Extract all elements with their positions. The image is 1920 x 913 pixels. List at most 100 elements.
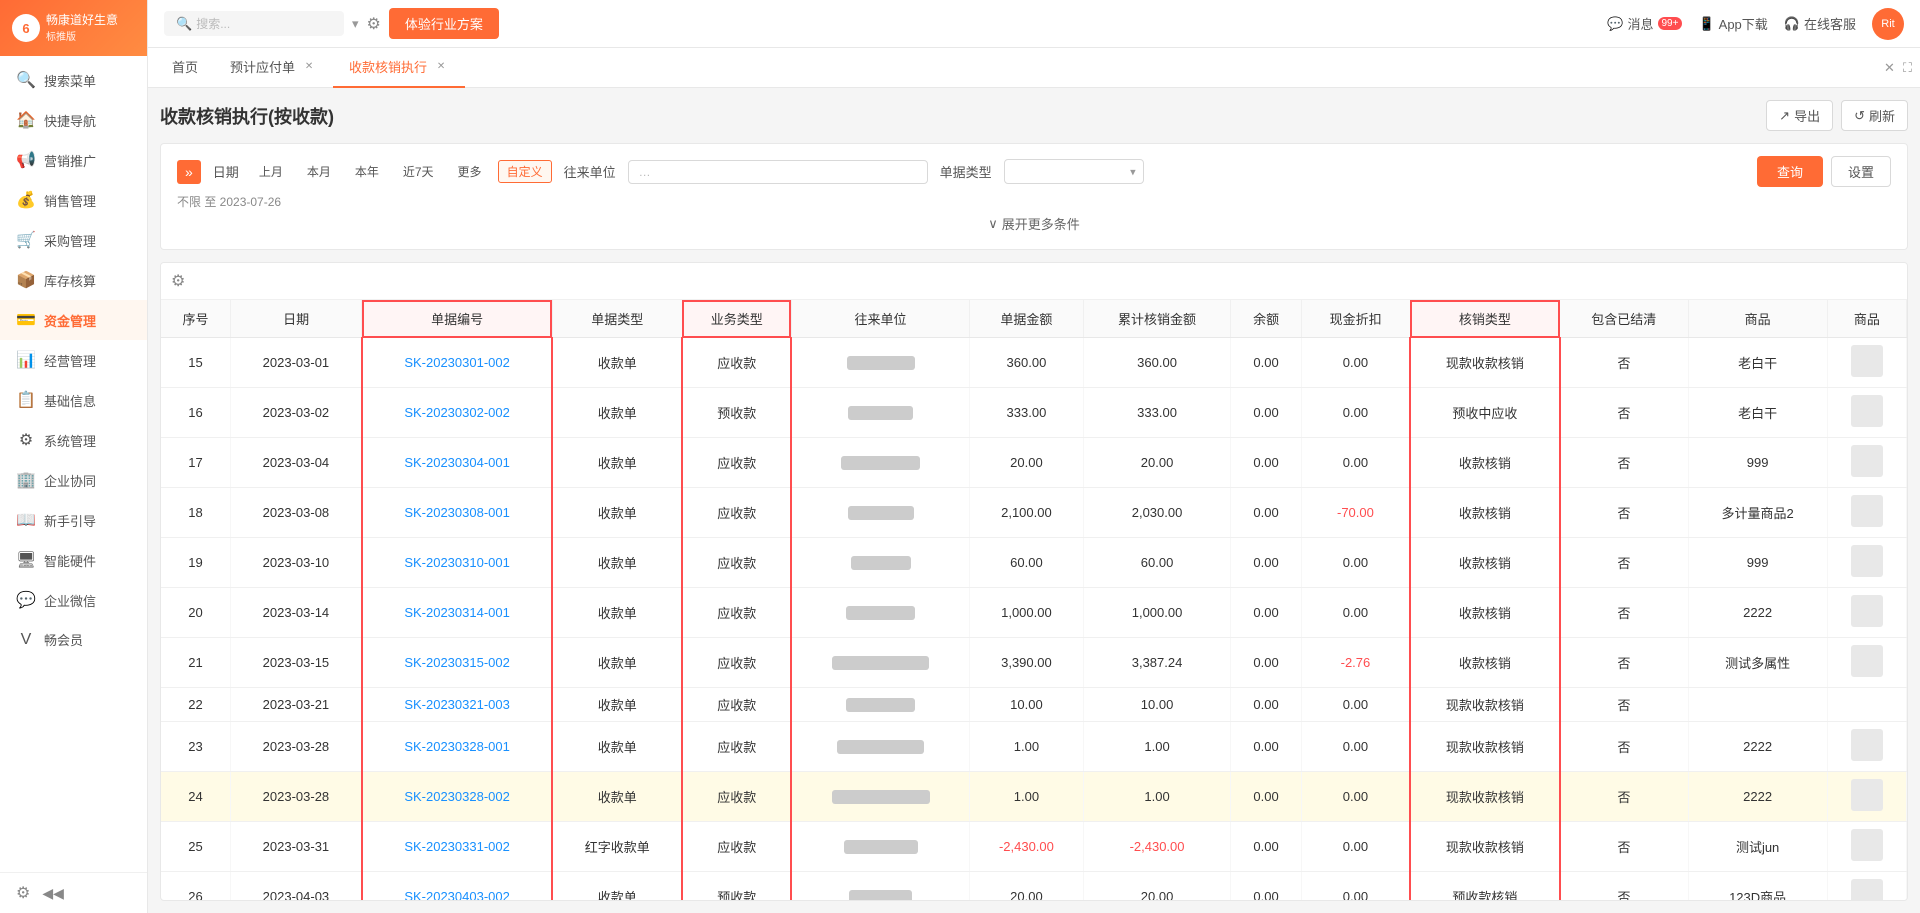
online-service-button[interactable]: 🎧 在线客服 [1784, 14, 1856, 33]
sidebar-item-sales[interactable]: 💰 销售管理 [0, 180, 147, 220]
settings-topbar-icon[interactable]: ⚙ [367, 14, 381, 34]
filter-collapse-btn[interactable]: » [177, 160, 201, 184]
date-custom[interactable]: 自定义 [498, 160, 552, 183]
sidebar-item-system[interactable]: ⚙ 系统管理 [0, 420, 147, 460]
cell-include-settled: 否 [1560, 822, 1688, 872]
cell-doc-type: 收款单 [552, 438, 682, 488]
industry-solution-button[interactable]: 体验行业方案 [389, 8, 499, 39]
cell-doc-type: 收款单 [552, 588, 682, 638]
sidebar-item-marketing[interactable]: 📢 营销推广 [0, 140, 147, 180]
sidebar-item-wechat[interactable]: 💬 企业微信 [0, 580, 147, 620]
tab-home[interactable]: 首页 [156, 48, 214, 88]
app-logo: 6 畅康道好生意 标推版 [0, 0, 147, 56]
doc-no-link[interactable]: SK-20230302-002 [404, 405, 510, 420]
expand-tab-icon[interactable]: ⛶ [1903, 60, 1912, 76]
doc-no-link[interactable]: SK-20230315-002 [404, 655, 510, 670]
date-this-year[interactable]: 本年 [347, 160, 387, 183]
cell-balance: 0.00 [1231, 638, 1301, 688]
cell-goods-img [1827, 722, 1906, 772]
sidebar-item-purchase[interactable]: 🛒 采购管理 [0, 220, 147, 260]
cell-biz-type: 应收款 [682, 488, 791, 538]
doc-no-link[interactable]: SK-20230308-001 [404, 505, 510, 520]
doc-no-link[interactable]: SK-20230301-002 [404, 355, 510, 370]
table-scroll-area[interactable]: 序号 日期 单据编号 单据类型 业务类型 往来单位 单据金额 累计核销金额 余额… [161, 300, 1907, 900]
sidebar-item-finance[interactable]: 💳 资金管理 [0, 300, 147, 340]
close-all-icon[interactable]: ✕ [1884, 60, 1895, 76]
doc-no-link[interactable]: SK-20230321-003 [404, 697, 510, 712]
sidebar-item-search[interactable]: 🔍 搜索菜单 [0, 60, 147, 100]
tab-home-label: 首页 [172, 57, 198, 76]
doc-type-select[interactable] [1004, 159, 1144, 184]
date-filter-label: 日期 [213, 162, 239, 181]
tab-receipt[interactable]: 收款核销执行 ✕ [333, 48, 465, 88]
sidebar-label-company: 企业协同 [44, 471, 96, 490]
cell-write-off-amount: 10.00 [1083, 688, 1231, 722]
cell-goods-img [1827, 538, 1906, 588]
doc-no-link[interactable]: SK-20230304-001 [404, 455, 510, 470]
sidebar-label-inventory: 库存核算 [44, 271, 96, 290]
user-avatar[interactable]: Rit [1872, 8, 1904, 40]
th-doc-no: 单据编号 [362, 300, 552, 338]
date-last-7days[interactable]: 近7天 [395, 160, 442, 183]
filter-settings-button[interactable]: 设置 [1831, 156, 1891, 187]
date-more[interactable]: 更多 [450, 160, 490, 183]
cell-no: 21 [161, 638, 230, 688]
doc-no-link[interactable]: SK-20230328-001 [404, 739, 510, 754]
cell-doc-no: SK-20230321-003 [362, 688, 552, 722]
cell-amount: 1,000.00 [970, 588, 1083, 638]
cell-balance: 0.00 [1231, 722, 1301, 772]
query-button[interactable]: 查询 [1757, 156, 1823, 187]
doc-no-link[interactable]: SK-20230310-001 [404, 555, 510, 570]
top-search-box[interactable]: 🔍 搜索... [164, 11, 344, 36]
th-goods-img: 商品 [1827, 300, 1906, 338]
expand-more-btn[interactable]: ∨ 展开更多条件 [177, 210, 1891, 237]
th-balance: 余额 [1231, 300, 1301, 338]
date-this-month[interactable]: 本月 [299, 160, 339, 183]
tab-payable[interactable]: 预计应付单 ✕ [214, 48, 333, 88]
cell-date: 2023-03-02 [230, 388, 361, 438]
refresh-button[interactable]: ↺ 刷新 [1841, 100, 1908, 131]
cell-amount: 360.00 [970, 338, 1083, 388]
counterpart-input[interactable]: … [628, 160, 928, 184]
cell-doc-no: SK-20230301-002 [362, 338, 552, 388]
th-biz-type: 业务类型 [682, 300, 791, 338]
sidebar-item-company[interactable]: 🏢 企业协同 [0, 460, 147, 500]
settings-footer-icon[interactable]: ⚙ [16, 883, 30, 903]
sidebar-label-finance: 资金管理 [44, 311, 96, 330]
doc-no-link[interactable]: SK-20230314-001 [404, 605, 510, 620]
topbar-left: 🔍 搜索... ▾ ⚙ 体验行业方案 [164, 8, 1595, 39]
doc-type-select-wrap [1004, 159, 1144, 184]
collapse-icon[interactable]: ◀◀ [42, 885, 64, 902]
date-last-month[interactable]: 上月 [251, 160, 291, 183]
sidebar-item-hardware[interactable]: 🖥 智能硬件 [0, 540, 147, 580]
sidebar-item-shortcut[interactable]: 🏠 快捷导航 [0, 100, 147, 140]
tab-payable-close[interactable]: ✕ [301, 59, 317, 75]
sidebar-item-inventory[interactable]: 📦 库存核算 [0, 260, 147, 300]
refresh-icon: ↺ [1854, 108, 1865, 124]
cell-goods: 多计量商品2 [1688, 488, 1827, 538]
export-button[interactable]: ↗ 导出 [1766, 100, 1833, 131]
counterpart-label: 往来单位 [564, 162, 616, 181]
sidebar-item-member[interactable]: V 畅会员 [0, 620, 147, 659]
cell-date: 2023-03-31 [230, 822, 361, 872]
th-goods: 商品 [1688, 300, 1827, 338]
cell-date: 2023-03-28 [230, 722, 361, 772]
doc-no-link[interactable]: SK-20230403-002 [404, 889, 510, 900]
th-cash-discount: 现金折扣 [1301, 300, 1410, 338]
finance-icon: 💳 [16, 310, 36, 330]
column-settings-icon[interactable]: ⚙ [171, 271, 185, 291]
cell-write-off-amount: 20.00 [1083, 438, 1231, 488]
sidebar-item-basic[interactable]: 📋 基础信息 [0, 380, 147, 420]
dropdown-icon[interactable]: ▾ [352, 16, 359, 32]
message-icon: 💬 [1607, 16, 1623, 32]
app-download-button[interactable]: 📱 App下载 [1698, 14, 1767, 33]
sidebar-item-operation[interactable]: 📊 经营管理 [0, 340, 147, 380]
cell-doc-no: SK-20230403-002 [362, 872, 552, 901]
cell-amount: 2,100.00 [970, 488, 1083, 538]
sidebar-item-guide[interactable]: 📖 新手引导 [0, 500, 147, 540]
notification-button[interactable]: 💬 消息 99+ [1607, 14, 1682, 33]
doc-no-link[interactable]: SK-20230331-002 [404, 839, 510, 854]
cell-balance: 0.00 [1231, 822, 1301, 872]
doc-no-link[interactable]: SK-20230328-002 [404, 789, 510, 804]
tab-receipt-close[interactable]: ✕ [433, 59, 449, 75]
